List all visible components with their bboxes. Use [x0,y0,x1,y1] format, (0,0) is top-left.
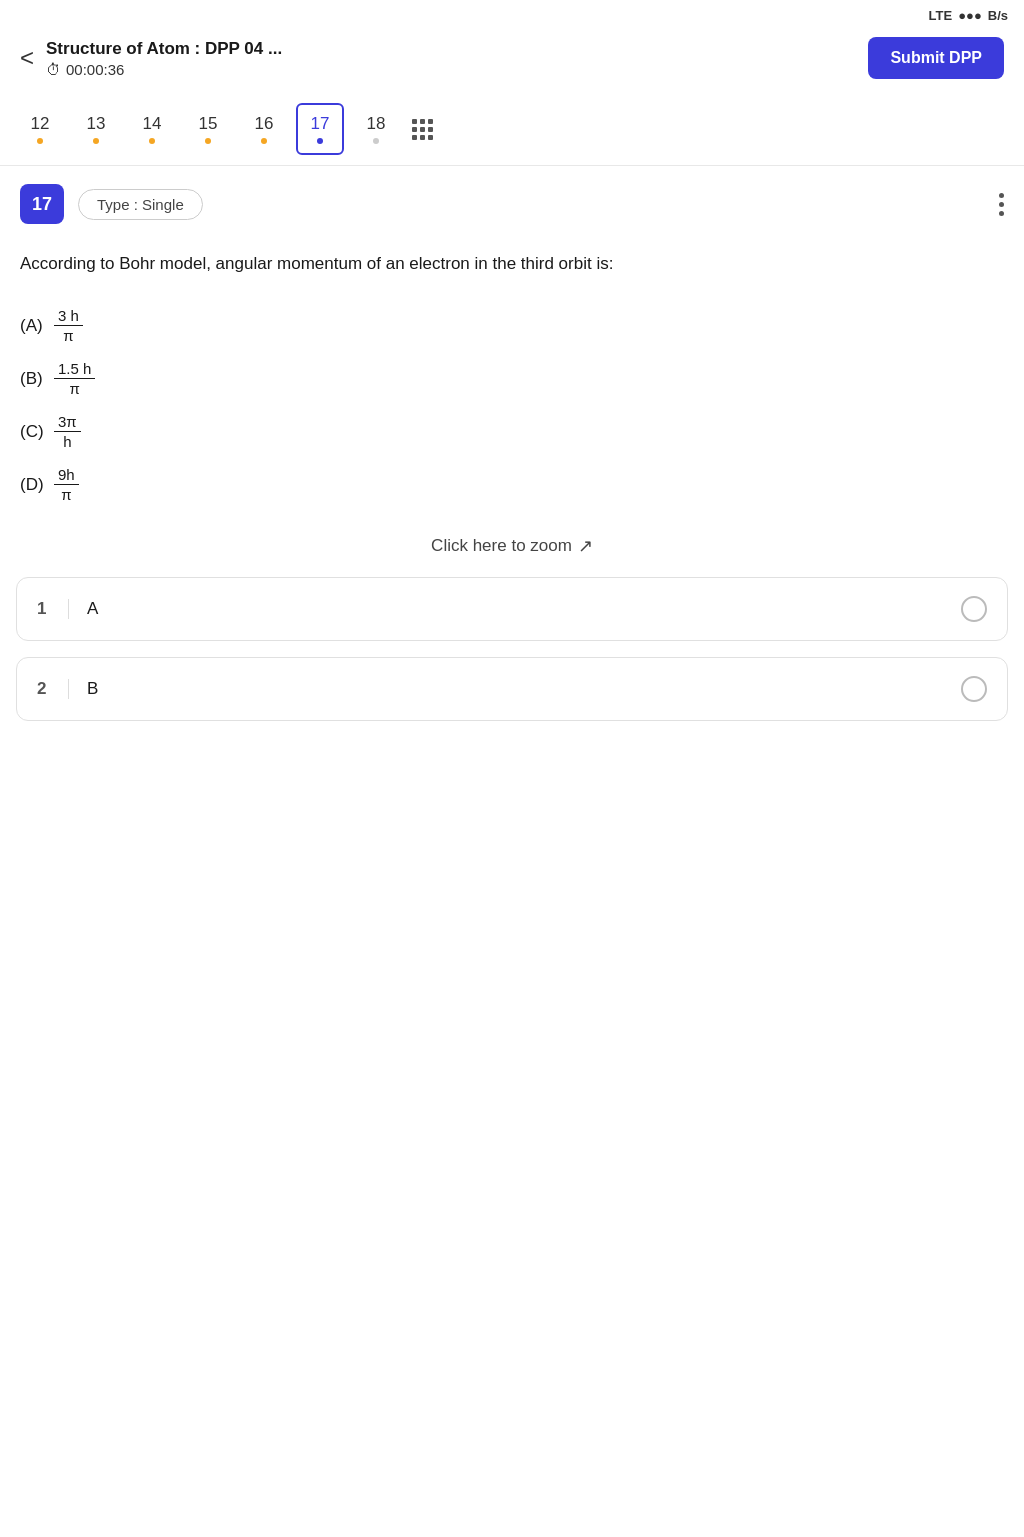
option-D-denominator: π [57,485,75,503]
option-C-math: 3π h [54,413,81,450]
answer-radio-1[interactable] [961,596,987,622]
option-A: (A) 3 h π [20,307,1004,344]
lte-indicator: LTE [929,8,953,23]
question-type-badge: Type : Single [78,189,203,220]
q-nav-label: 18 [367,114,386,134]
q-nav-item-13[interactable]: 13 [72,103,120,155]
option-A-denominator: π [59,326,77,344]
header-title: Structure of Atom : DPP 04 ... ⏱ 00:00:3… [46,39,282,78]
q-nav-dot [261,138,267,144]
grid-dot [420,135,425,140]
option-B-label: (B) [20,369,44,389]
option-B-numerator: 1.5 h [54,360,95,379]
back-button[interactable]: < [20,44,34,72]
grid-dot [412,127,417,132]
q-nav-item-16[interactable]: 16 [240,103,288,155]
option-D-numerator: 9h [54,466,79,485]
battery-indicator: B/s [988,8,1008,23]
q-nav-dot [317,138,323,144]
options-list: (A) 3 h π (B) 1.5 h π (C) 3π h (D) 9h π [0,307,1024,503]
q-nav-dot [149,138,155,144]
option-A-math: 3 h π [54,307,83,344]
question-number-badge: 17 [20,184,64,224]
answer-options: 1 A 2 B [0,577,1024,737]
option-D-label: (D) [20,475,44,495]
grid-dot [420,127,425,132]
grid-dot [428,127,433,132]
header-timer: ⏱ 00:00:36 [46,61,282,78]
q-nav-label: 15 [199,114,218,134]
option-D: (D) 9h π [20,466,1004,503]
answer-label-1: A [87,599,961,619]
timer-value: 00:00:36 [66,61,124,78]
option-C: (C) 3π h [20,413,1004,450]
answer-radio-2[interactable] [961,676,987,702]
q-nav-label: 16 [255,114,274,134]
grid-dot [428,119,433,124]
header: < Structure of Atom : DPP 04 ... ⏱ 00:00… [0,27,1024,93]
menu-dot [999,202,1004,207]
q-nav-item-15[interactable]: 15 [184,103,232,155]
option-A-numerator: 3 h [54,307,83,326]
q-nav-label: 14 [143,114,162,134]
answer-num-2: 2 [37,679,69,699]
grid-dot [412,135,417,140]
signal-bars: ●●● [958,8,982,23]
grid-dot [412,119,417,124]
q-nav-item-17[interactable]: 17 [296,103,344,155]
option-C-label: (C) [20,422,44,442]
status-icons: LTE ●●● B/s [929,8,1008,23]
option-B-denominator: π [66,379,84,397]
submit-button[interactable]: Submit DPP [868,37,1004,79]
menu-dot [999,211,1004,216]
q-nav-dot [37,138,43,144]
menu-dot [999,193,1004,198]
zoom-text: Click here to zoom [431,536,572,556]
q-nav-label: 13 [87,114,106,134]
q-nav-dot [373,138,379,144]
answer-option-2[interactable]: 2 B [16,657,1008,721]
question-type-row: 17 Type : Single [0,166,1024,234]
header-title-text: Structure of Atom : DPP 04 ... [46,39,282,59]
zoom-icon: ↗ [578,535,593,557]
question-content: According to Bohr model, angular momentu… [0,234,1024,307]
q-nav-dot [205,138,211,144]
question-text: According to Bohr model, angular momentu… [20,250,1004,277]
option-A-label: (A) [20,316,44,336]
question-grid-button[interactable] [412,119,433,140]
answer-num-1: 1 [37,599,69,619]
q-nav-label: 17 [311,114,330,134]
header-left: < Structure of Atom : DPP 04 ... ⏱ 00:00… [20,39,282,78]
option-C-numerator: 3π [54,413,81,432]
zoom-button[interactable]: Click here to zoom ↗ [0,535,1024,557]
option-B: (B) 1.5 h π [20,360,1004,397]
question-menu-button[interactable] [999,193,1004,216]
option-C-denominator: h [59,432,75,450]
q-nav-label: 12 [31,114,50,134]
option-D-math: 9h π [54,466,79,503]
grid-dot [428,135,433,140]
answer-label-2: B [87,679,961,699]
q-nav-item-12[interactable]: 12 [16,103,64,155]
timer-icon: ⏱ [46,61,61,78]
q-nav-dot [93,138,99,144]
grid-dot [420,119,425,124]
q-nav-item-14[interactable]: 14 [128,103,176,155]
answer-option-1[interactable]: 1 A [16,577,1008,641]
q-nav-item-18[interactable]: 18 [352,103,400,155]
option-B-math: 1.5 h π [54,360,95,397]
question-navigation: 12 13 14 15 16 17 18 [0,93,1024,166]
status-bar: LTE ●●● B/s [0,0,1024,27]
